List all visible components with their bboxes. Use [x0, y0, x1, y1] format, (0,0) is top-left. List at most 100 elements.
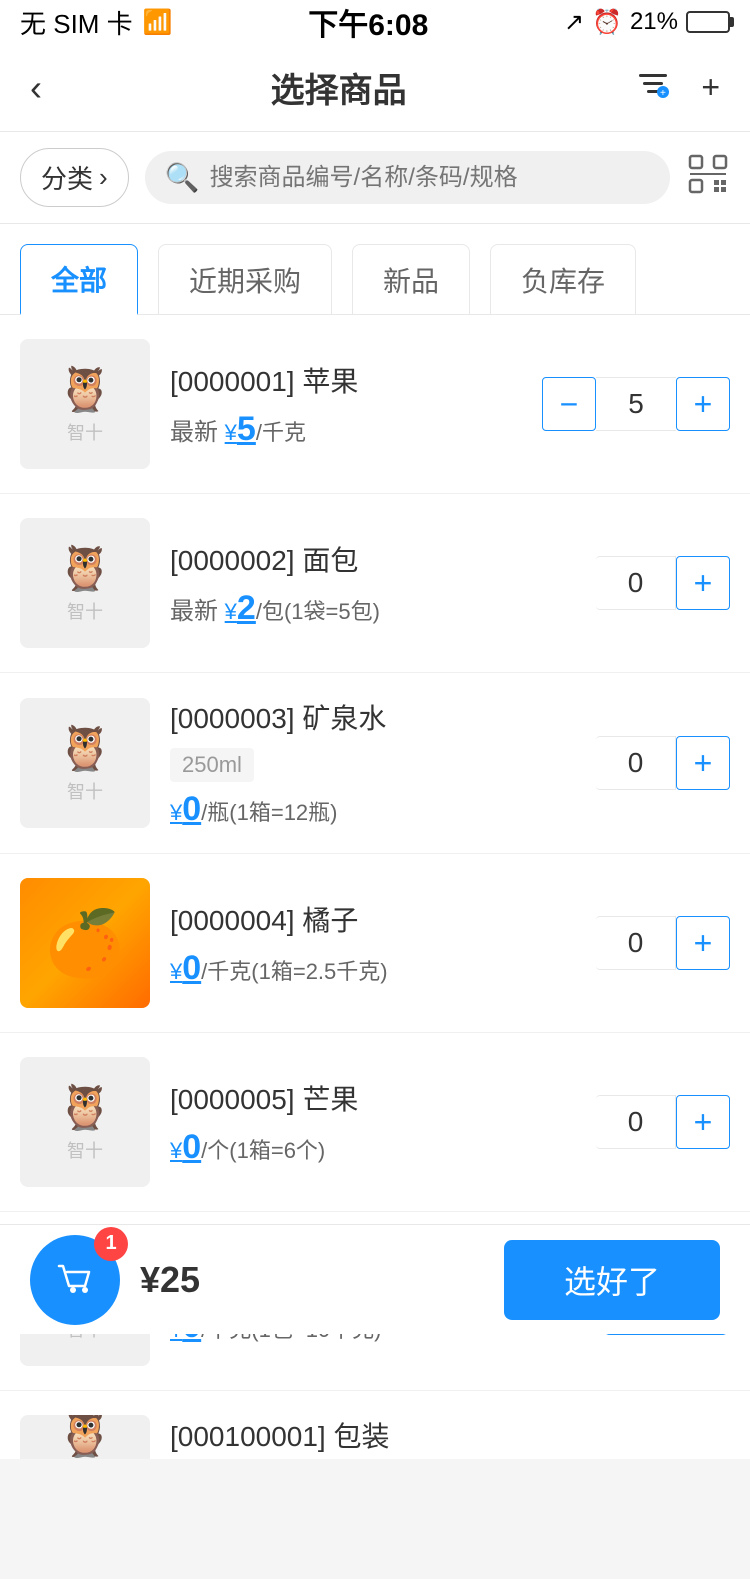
placeholder-owl-icon: 🦉: [58, 363, 113, 415]
nav-bar: ‹ 选择商品 + +: [0, 44, 750, 132]
product-name: [0000004] 橘子: [170, 899, 576, 939]
alarm-icon: ⏰: [592, 8, 622, 37]
page-title: 选择商品: [271, 63, 407, 112]
product-item-partial: 🦉 智十 [000100001] 包装: [0, 1391, 750, 1459]
search-box: 🔍: [145, 151, 670, 204]
back-button[interactable]: ‹: [30, 67, 42, 109]
qty-input[interactable]: [596, 1095, 676, 1149]
qty-plus-button[interactable]: +: [676, 377, 730, 431]
cart-badge: 1: [94, 1227, 128, 1261]
qty-plus-button[interactable]: +: [676, 916, 730, 970]
product-image-orange: 🍊: [20, 878, 150, 1008]
product-image-mango: 🦉 智十: [20, 1057, 150, 1187]
add-button[interactable]: +: [701, 69, 720, 106]
placeholder-owl-icon: 🦉: [58, 1415, 113, 1459]
bottom-bar: 1 ¥25 选好了: [0, 1224, 750, 1334]
placeholder-owl-icon: 🦉: [58, 542, 113, 594]
qty-control: +: [596, 556, 730, 610]
product-info: [0000005] 芒果 ¥0/个(1箱=6个): [170, 1078, 576, 1167]
placeholder-owl-text: 智十: [67, 419, 103, 445]
product-item: 🦉 智十 [0000005] 芒果 ¥0/个(1箱=6个) +: [0, 1033, 750, 1212]
product-info-partial: [000100001] 包装: [170, 1415, 730, 1459]
product-price: ¥0/瓶(1箱=12瓶): [170, 790, 576, 829]
price-value: 2: [237, 589, 256, 627]
placeholder-owl-text: 智十: [67, 1137, 103, 1163]
filter-bar: 分类 › 🔍: [0, 132, 750, 224]
qty-input[interactable]: [596, 736, 676, 790]
cart-total: ¥25: [140, 1259, 484, 1301]
placeholder-owl-icon: 🦉: [58, 722, 113, 774]
product-list: 🦉 智十 [0000001] 苹果 最新 ¥5/千克 − + 🦉 智十 [000…: [0, 315, 750, 1579]
confirm-button[interactable]: 选好了: [504, 1240, 720, 1320]
qty-control: +: [596, 1095, 730, 1149]
price-currency: ¥: [170, 959, 182, 984]
qty-control: +: [596, 736, 730, 790]
filter-icon[interactable]: +: [635, 66, 671, 110]
product-price: ¥0/千克(1箱=2.5千克): [170, 949, 576, 988]
battery-bar: [686, 11, 730, 33]
chevron-right-icon: ›: [99, 162, 108, 193]
product-price: 最新 ¥2/包(1袋=5包): [170, 589, 576, 628]
product-info: [0000003] 矿泉水 250ml ¥0/瓶(1箱=12瓶): [170, 697, 576, 829]
qty-plus-button[interactable]: +: [676, 1095, 730, 1149]
qty-control: − +: [542, 377, 730, 431]
qty-minus-button[interactable]: −: [542, 377, 596, 431]
tab-all[interactable]: 全部: [20, 244, 138, 315]
price-unit: /千克(1箱=2.5千克): [201, 959, 387, 984]
scan-icon[interactable]: [686, 152, 730, 204]
price-currency: ¥: [225, 599, 237, 624]
product-image-bread: 🦉 智十: [20, 518, 150, 648]
qty-control: +: [596, 916, 730, 970]
status-left: 无 SIM 卡 📶: [20, 4, 173, 41]
product-name: [0000005] 芒果: [170, 1078, 576, 1118]
search-input[interactable]: [210, 164, 650, 192]
location-icon: ↗: [564, 8, 584, 37]
qty-input[interactable]: [596, 377, 676, 431]
price-value: 0: [182, 1128, 201, 1166]
product-name: [0000003] 矿泉水: [170, 697, 576, 737]
tab-recent[interactable]: 近期采购: [158, 244, 332, 315]
qty-plus-button[interactable]: +: [676, 556, 730, 610]
cart-wrapper: 1: [30, 1235, 120, 1325]
product-name: [0000002] 面包: [170, 539, 576, 579]
qty-plus-button[interactable]: +: [676, 736, 730, 790]
category-button[interactable]: 分类 ›: [20, 148, 129, 207]
status-time: 下午6:08: [308, 0, 428, 44]
svg-text:+: +: [660, 88, 666, 99]
status-right: ↗ ⏰ 21%: [564, 8, 730, 37]
product-item: 🍊 [0000004] 橘子 ¥0/千克(1箱=2.5千克) +: [0, 854, 750, 1033]
placeholder-owl-text: 智十: [67, 598, 103, 624]
status-bar: 无 SIM 卡 📶 下午6:08 ↗ ⏰ 21%: [0, 0, 750, 44]
price-unit: /包(1袋=5包): [256, 599, 380, 624]
tab-negative[interactable]: 负库存: [490, 244, 636, 315]
price-value: 5: [237, 410, 256, 448]
price-unit: /瓶(1箱=12瓶): [201, 800, 337, 825]
price-currency: ¥: [225, 420, 237, 445]
product-info: [0000001] 苹果 最新 ¥5/千克: [170, 360, 522, 449]
price-value: 0: [182, 790, 201, 828]
product-name: [0000001] 苹果: [170, 360, 522, 400]
tabs-bar: 全部 近期采购 新品 负库存: [0, 224, 750, 315]
qty-input[interactable]: [596, 556, 676, 610]
product-image-partial: 🦉 智十: [20, 1415, 150, 1459]
product-name-partial: [000100001] 包装: [170, 1415, 730, 1455]
price-label: 最新: [170, 419, 225, 446]
wifi-icon: 📶: [143, 8, 173, 37]
product-info: [0000002] 面包 最新 ¥2/包(1袋=5包): [170, 539, 576, 628]
search-icon: 🔍: [165, 161, 200, 194]
price-label: 最新: [170, 598, 225, 625]
product-item: 🦉 智十 [0000001] 苹果 最新 ¥5/千克 − +: [0, 315, 750, 494]
battery-percent: 21%: [630, 8, 678, 36]
price-currency: ¥: [170, 800, 182, 825]
product-image-apple: 🦉 智十: [20, 339, 150, 469]
qty-input[interactable]: [596, 916, 676, 970]
product-spec: 250ml: [170, 748, 254, 782]
product-item: 🦉 智十 [0000003] 矿泉水 250ml ¥0/瓶(1箱=12瓶) +: [0, 673, 750, 854]
price-unit: /千克: [256, 420, 306, 445]
category-label: 分类: [41, 159, 93, 196]
price-value: 0: [182, 949, 201, 987]
product-price: ¥0/个(1箱=6个): [170, 1128, 576, 1167]
price-currency: ¥: [170, 1138, 182, 1163]
tab-new[interactable]: 新品: [352, 244, 470, 315]
placeholder-owl-icon: 🦉: [58, 1081, 113, 1133]
